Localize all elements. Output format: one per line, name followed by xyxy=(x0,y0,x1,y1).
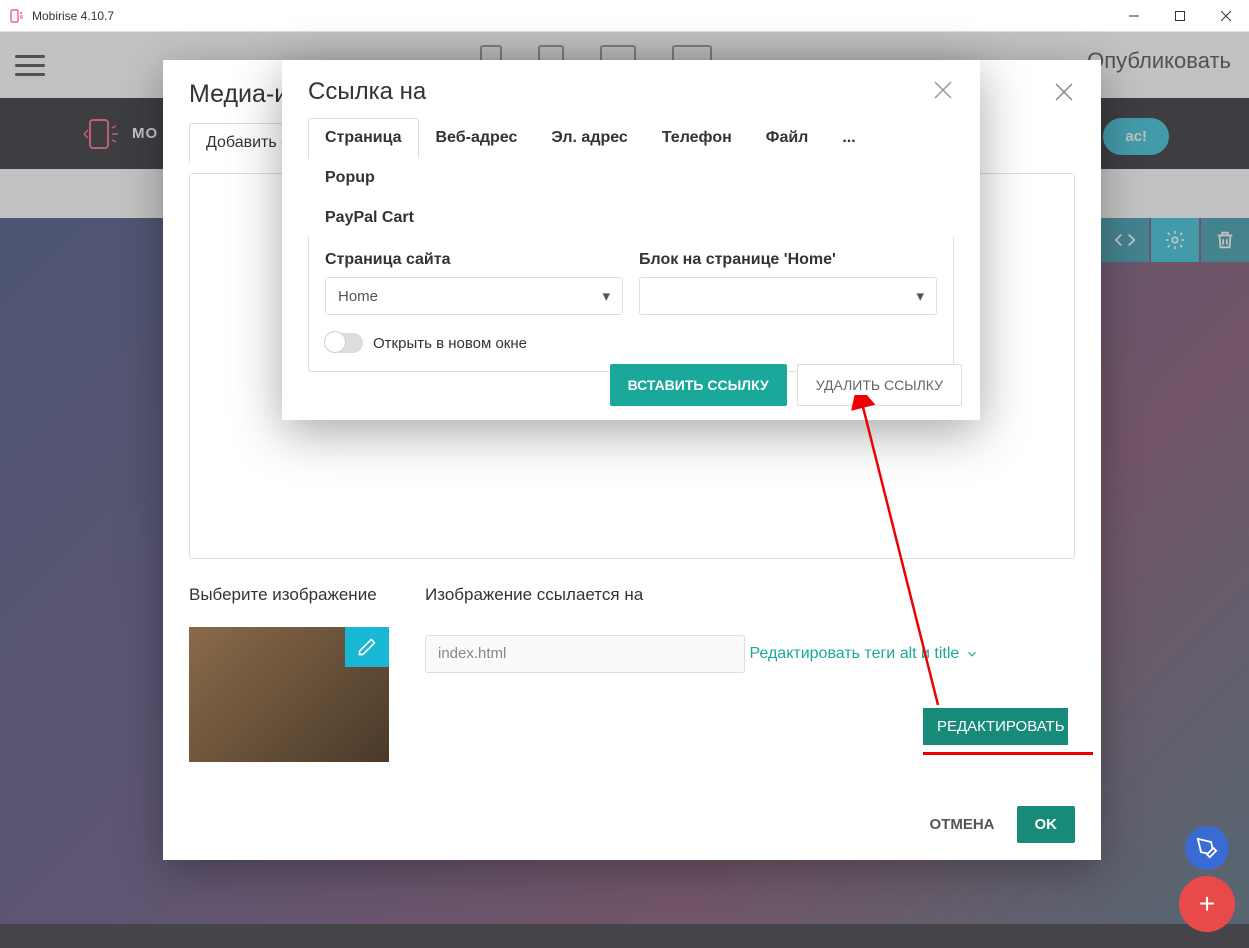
window-titlebar: Mobirise 4.10.7 xyxy=(0,0,1249,32)
chevron-down-icon: ▾ xyxy=(916,287,924,305)
edit-alt-title-link[interactable]: Редактировать теги alt и title xyxy=(749,645,979,663)
site-page-label: Страница сайта xyxy=(325,251,623,269)
link-url-input[interactable] xyxy=(425,635,745,673)
image-thumbnail[interactable] xyxy=(189,627,389,762)
link-dialog-close-button[interactable] xyxy=(932,79,954,106)
open-new-window-label: Открыть в новом окне xyxy=(373,335,527,352)
media-ok-button[interactable]: OK xyxy=(1017,806,1076,843)
page-block-label: Блок на странице 'Home' xyxy=(639,251,937,269)
remove-link-button[interactable]: УДАЛИТЬ ССЫЛКУ xyxy=(797,364,962,406)
add-block-fab[interactable]: + xyxy=(1179,876,1235,932)
tab-email[interactable]: Эл. адрес xyxy=(534,118,644,158)
site-page-select[interactable]: Home ▾ xyxy=(325,277,623,315)
link-to-dialog: Ссылка на Страница Веб-адрес Эл. адрес Т… xyxy=(282,60,980,420)
image-links-to-label: Изображение ссылается на xyxy=(425,585,1075,605)
window-close-button[interactable] xyxy=(1203,0,1249,32)
media-cancel-button[interactable]: ОТМЕНА xyxy=(922,806,1003,843)
tab-file[interactable]: Файл xyxy=(749,118,826,158)
tab-more[interactable]: ... xyxy=(825,118,872,158)
window-title: Mobirise 4.10.7 xyxy=(32,9,114,23)
edit-image-button[interactable] xyxy=(345,627,389,667)
tab-url[interactable]: Веб-адрес xyxy=(419,118,535,158)
window-maximize-button[interactable] xyxy=(1157,0,1203,32)
insert-link-button[interactable]: ВСТАВИТЬ ССЫЛКУ xyxy=(610,364,787,406)
app-icon xyxy=(8,7,26,25)
window-minimize-button[interactable] xyxy=(1111,0,1157,32)
tab-page[interactable]: Страница xyxy=(308,118,419,158)
tab-paypal[interactable]: PayPal Cart xyxy=(308,198,954,238)
tab-phone[interactable]: Телефон xyxy=(645,118,749,158)
page-block-select[interactable]: ▾ xyxy=(639,277,937,315)
media-dialog-close-button[interactable] xyxy=(1053,81,1075,108)
edit-link-button[interactable]: РЕДАКТИРОВАТЬ С xyxy=(923,708,1068,745)
tab-popup[interactable]: Popup xyxy=(308,158,392,198)
annotation-underline xyxy=(923,752,1093,755)
select-image-label: Выберите изображение xyxy=(189,585,389,605)
theme-fab[interactable] xyxy=(1185,826,1229,870)
chevron-down-icon: ▾ xyxy=(602,287,610,305)
link-dialog-title: Ссылка на xyxy=(308,78,426,106)
